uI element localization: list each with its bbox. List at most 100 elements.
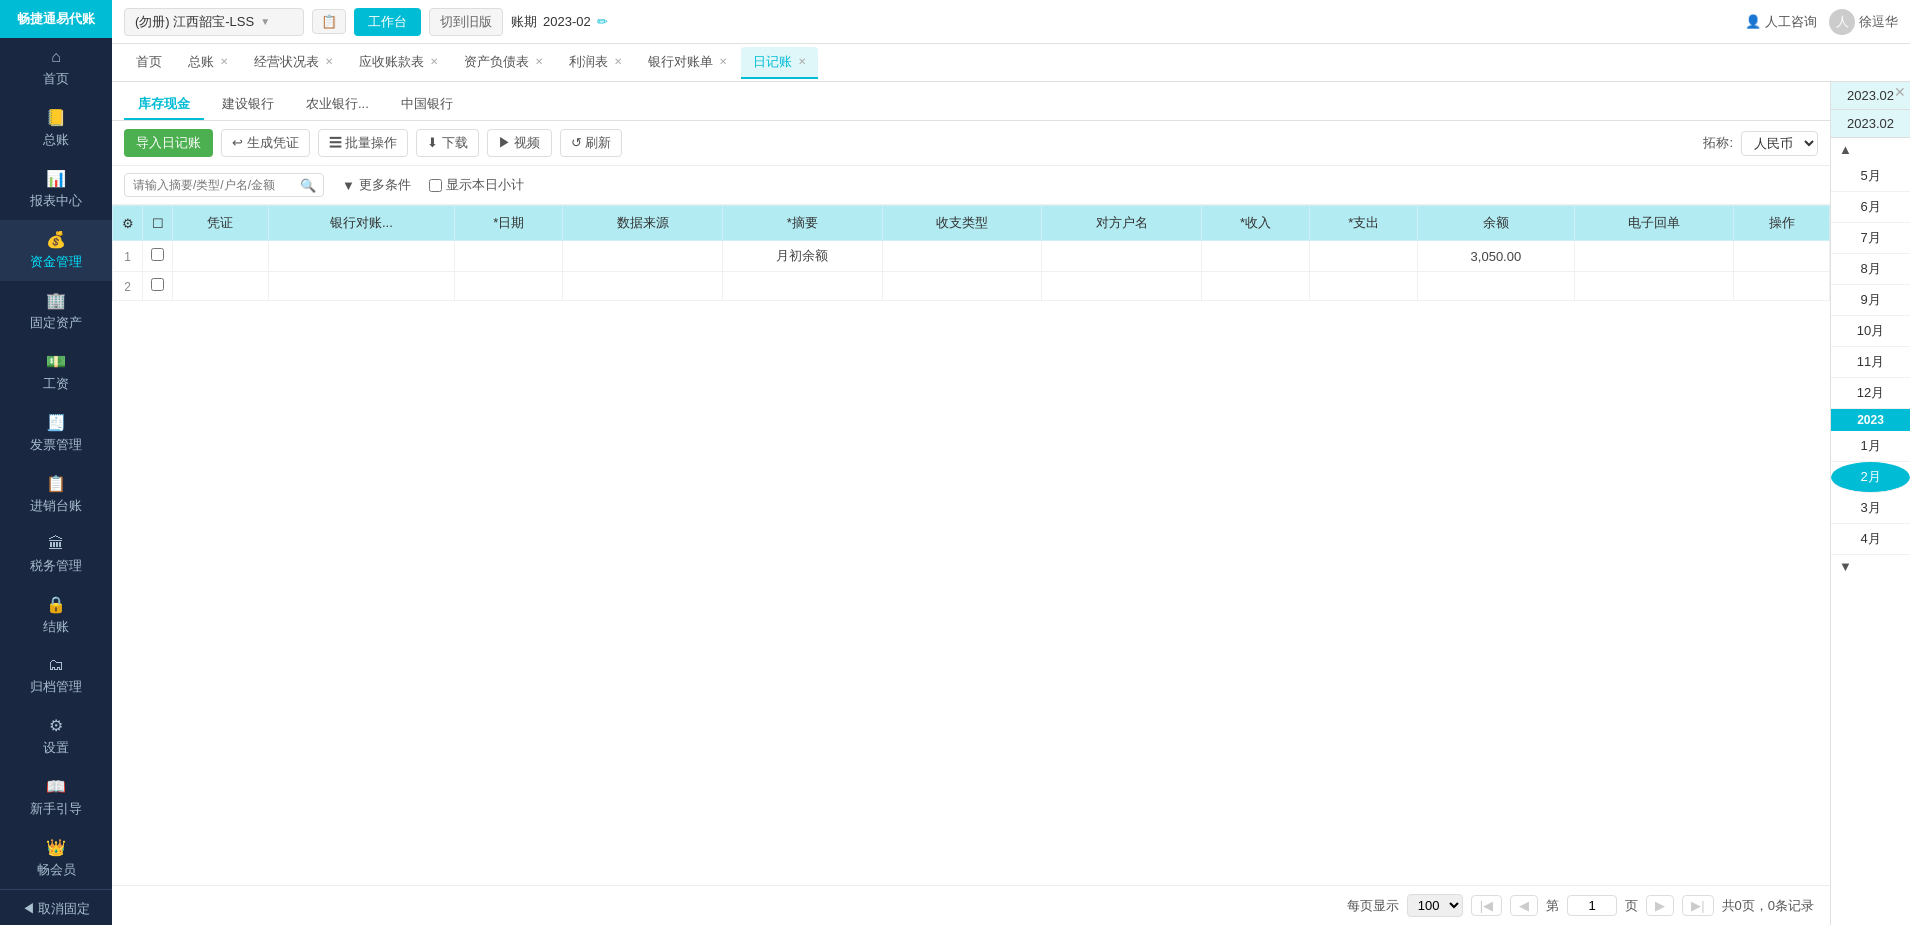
sidebar-item-tax[interactable]: 🏛 税务管理 xyxy=(0,525,112,585)
month-8[interactable]: 8月 xyxy=(1831,254,1910,285)
month-2-active[interactable]: 2月 xyxy=(1831,462,1910,493)
sidebar-item-assets-mgmt[interactable]: 💰 资金管理 xyxy=(0,220,112,281)
sidebar-item-fixed-assets[interactable]: 🏢 固定资产 xyxy=(0,281,112,342)
more-conditions-button[interactable]: ▼ 更多条件 xyxy=(334,172,419,198)
chevron-up-icon[interactable]: ▲ xyxy=(1839,142,1852,157)
col-balance: 余额 xyxy=(1418,206,1574,241)
cell-income xyxy=(1201,241,1309,272)
copy-button[interactable]: 📋 xyxy=(312,9,346,34)
month-3[interactable]: 3月 xyxy=(1831,493,1910,524)
sidebar-item-closing[interactable]: 🔒 结账 xyxy=(0,585,112,646)
sidebar-item-label: 工资 xyxy=(43,375,69,393)
panel-nav-prev[interactable]: ▲ xyxy=(1831,138,1910,161)
search-wrap: 🔍 xyxy=(124,173,324,197)
cell-operation xyxy=(1734,272,1830,301)
cell-cash-type xyxy=(882,272,1042,301)
bank-tab-construction[interactable]: 建设银行 xyxy=(208,90,288,120)
cell-check[interactable] xyxy=(143,241,173,272)
generate-voucher-button[interactable]: ↩ 生成凭证 xyxy=(221,129,310,157)
month-12[interactable]: 12月 xyxy=(1831,378,1910,409)
company-selector[interactable]: (勿册) 江西韶宝-LSS ▼ xyxy=(124,8,304,36)
chevron-down-icon[interactable]: ▼ xyxy=(1839,559,1852,574)
tab-journal[interactable]: 日记账 ✕ xyxy=(741,47,818,79)
tab-close-icon[interactable]: ✕ xyxy=(325,56,333,67)
sidebar-item-sales[interactable]: 📋 进销台账 xyxy=(0,464,112,525)
month-9[interactable]: 9月 xyxy=(1831,285,1910,316)
user-profile-button[interactable]: 人 徐逗华 xyxy=(1829,9,1898,35)
period-edit-icon[interactable]: ✏ xyxy=(597,14,608,29)
daily-subtotal-check[interactable] xyxy=(429,179,442,192)
sidebar-item-reports[interactable]: 📊 报表中心 xyxy=(0,159,112,220)
period-switch-button[interactable]: 切到旧版 xyxy=(429,8,503,36)
import-journal-button[interactable]: 导入日记账 xyxy=(124,129,213,157)
sidebar-item-invoice[interactable]: 🧾 发票管理 xyxy=(0,403,112,464)
tab-accounts-receivable[interactable]: 应收账款表 ✕ xyxy=(347,47,450,79)
show-daily-subtotal-checkbox[interactable]: 显示本日小计 xyxy=(429,176,524,194)
col-settings[interactable]: ⚙ xyxy=(113,206,143,241)
cell-check[interactable] xyxy=(143,272,173,301)
tab-close-icon[interactable]: ✕ xyxy=(220,56,228,67)
cell-voucher xyxy=(173,241,269,272)
sidebar-item-guide[interactable]: 📖 新手引导 xyxy=(0,767,112,828)
prev-page-button[interactable]: ◀ xyxy=(1510,895,1538,916)
service-icon: 👤 xyxy=(1745,14,1761,29)
row-checkbox[interactable] xyxy=(151,278,164,291)
ledger-icon: 📒 xyxy=(46,108,66,127)
bank-tab-china[interactable]: 中国银行 xyxy=(387,90,467,120)
row-checkbox[interactable] xyxy=(151,248,164,261)
tab-home[interactable]: 首页 xyxy=(124,47,174,79)
user-service-button[interactable]: 👤 人工咨询 xyxy=(1745,13,1817,31)
tab-close-icon[interactable]: ✕ xyxy=(614,56,622,67)
workbench-button[interactable]: 工作台 xyxy=(354,8,421,36)
tab-business-status[interactable]: 经营状况表 ✕ xyxy=(242,47,345,79)
unpin-sidebar-button[interactable]: ◀ 取消固定 xyxy=(0,889,112,925)
search-icon[interactable]: 🔍 xyxy=(300,178,316,193)
invoice-icon: 🧾 xyxy=(46,413,66,432)
filter-icon: ▼ xyxy=(342,178,355,193)
col-check[interactable]: ☐ xyxy=(143,206,173,241)
page-size-select[interactable]: 100 50 200 xyxy=(1407,894,1463,917)
sidebar-item-ledger[interactable]: 📒 总账 xyxy=(0,98,112,159)
tab-profit-loss[interactable]: 利润表 ✕ xyxy=(557,47,634,79)
sidebar-item-payroll[interactable]: 💵 工资 xyxy=(0,342,112,403)
month-4[interactable]: 4月 xyxy=(1831,524,1910,555)
app-logo: 畅捷通易代账 xyxy=(0,0,112,38)
tab-bank-reconciliation[interactable]: 银行对账单 ✕ xyxy=(636,47,739,79)
currency-prefix: 拓称: xyxy=(1703,134,1733,152)
tab-close-icon[interactable]: ✕ xyxy=(798,56,806,67)
month-6[interactable]: 6月 xyxy=(1831,192,1910,223)
bank-tab-agriculture[interactable]: 农业银行... xyxy=(292,90,383,120)
tab-close-icon[interactable]: ✕ xyxy=(535,56,543,67)
month-7[interactable]: 7月 xyxy=(1831,223,1910,254)
sidebar-item-home[interactable]: ⌂ 首页 xyxy=(0,38,112,98)
last-page-button[interactable]: ▶| xyxy=(1682,895,1713,916)
page-input[interactable] xyxy=(1567,895,1617,916)
month-10[interactable]: 10月 xyxy=(1831,316,1910,347)
sidebar-item-settings[interactable]: ⚙ 设置 xyxy=(0,706,112,767)
bank-tab-cash[interactable]: 库存现金 xyxy=(124,90,204,120)
sidebar-item-vip[interactable]: 👑 畅会员 xyxy=(0,828,112,889)
currency-select[interactable]: 人民币 美元 欧元 xyxy=(1741,131,1818,156)
tab-close-icon[interactable]: ✕ xyxy=(430,56,438,67)
tab-ledger[interactable]: 总账 ✕ xyxy=(176,47,240,79)
month-11[interactable]: 11月 xyxy=(1831,347,1910,378)
total-info: 共0页，0条记录 xyxy=(1722,897,1814,915)
tab-close-icon[interactable]: ✕ xyxy=(719,56,727,67)
panel-header-2[interactable]: 2023.02 xyxy=(1831,110,1910,138)
video-button[interactable]: ▶ 视频 xyxy=(487,129,552,157)
cell-counterparty xyxy=(1042,241,1202,272)
next-page-button[interactable]: ▶ xyxy=(1646,895,1674,916)
month-1[interactable]: 1月 xyxy=(1831,431,1910,462)
download-button[interactable]: ⬇ 下载 xyxy=(416,129,479,157)
col-voucher: 凭证 xyxy=(173,206,269,241)
col-counterparty: 对方户名 xyxy=(1042,206,1202,241)
search-input[interactable] xyxy=(124,173,324,197)
tab-assets-liabilities[interactable]: 资产负债表 ✕ xyxy=(452,47,555,79)
refresh-button[interactable]: ↺ 刷新 xyxy=(560,129,623,157)
panel-close-button[interactable]: ✕ xyxy=(1894,84,1906,100)
sidebar-item-archive[interactable]: 🗂 归档管理 xyxy=(0,646,112,706)
month-5[interactable]: 5月 xyxy=(1831,161,1910,192)
batch-op-button[interactable]: ☰ 批量操作 xyxy=(318,129,409,157)
first-page-button[interactable]: |◀ xyxy=(1471,895,1502,916)
panel-nav-next[interactable]: ▼ xyxy=(1831,555,1910,578)
